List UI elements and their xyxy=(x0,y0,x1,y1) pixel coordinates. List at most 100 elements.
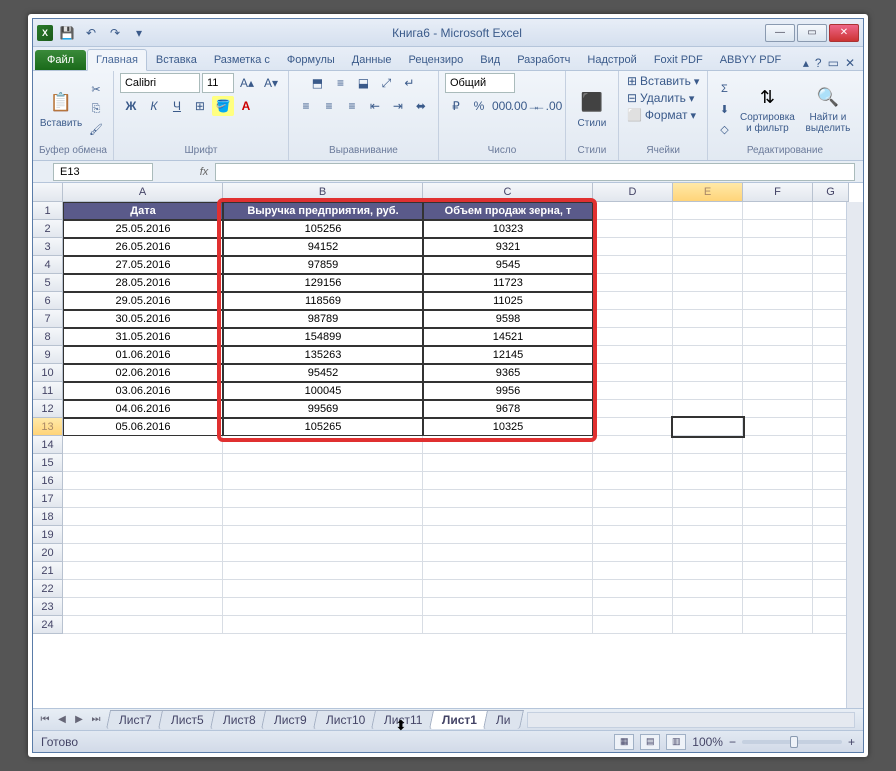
cell-E10[interactable] xyxy=(673,364,743,382)
cell-C3[interactable]: 9321 xyxy=(423,238,593,256)
format-cells-button[interactable]: ⬜Формат ▾ xyxy=(625,107,698,123)
cell-B17[interactable] xyxy=(223,490,423,508)
cell-D11[interactable] xyxy=(593,382,673,400)
cell-E22[interactable] xyxy=(673,580,743,598)
cell-G9[interactable] xyxy=(813,346,849,364)
sheet-tab-Лист7[interactable]: Лист7 xyxy=(106,710,165,729)
align-right-button[interactable]: ≡ xyxy=(341,96,363,116)
name-box[interactable]: E13 xyxy=(53,163,153,181)
sheet-tab-Лист8[interactable]: Лист8 xyxy=(209,710,268,729)
cell-D5[interactable] xyxy=(593,274,673,292)
cell-B16[interactable] xyxy=(223,472,423,490)
tab-formulas[interactable]: Формулы xyxy=(279,50,343,70)
cell-G6[interactable] xyxy=(813,292,849,310)
cell-G8[interactable] xyxy=(813,328,849,346)
align-top-button[interactable]: ⬒ xyxy=(306,73,328,93)
italic-button[interactable]: К xyxy=(143,96,165,116)
ribbon-minimize-icon[interactable]: ▴ xyxy=(803,56,809,70)
vertical-scrollbar[interactable] xyxy=(846,202,863,708)
row-header-8[interactable]: 8 xyxy=(33,328,63,346)
cell-E24[interactable] xyxy=(673,616,743,634)
cell-E7[interactable] xyxy=(673,310,743,328)
row-header-1[interactable]: 1 xyxy=(33,202,63,220)
fill-color-button[interactable]: 🪣 xyxy=(212,96,234,116)
clear-button[interactable]: ◇ xyxy=(714,120,734,138)
maximize-button[interactable]: ▭ xyxy=(797,24,827,42)
cell-A7[interactable]: 30.05.2016 xyxy=(63,310,223,328)
cell-D24[interactable] xyxy=(593,616,673,634)
tab-addins[interactable]: Надстрой xyxy=(579,50,644,70)
row-header-16[interactable]: 16 xyxy=(33,472,63,490)
cell-B23[interactable] xyxy=(223,598,423,616)
number-format-combo[interactable]: Общий xyxy=(445,73,515,93)
tab-layout[interactable]: Разметка с xyxy=(206,50,278,70)
cell-D8[interactable] xyxy=(593,328,673,346)
tab-review[interactable]: Рецензиро xyxy=(401,50,472,70)
cell-G22[interactable] xyxy=(813,580,849,598)
cell-C8[interactable]: 14521 xyxy=(423,328,593,346)
cell-D4[interactable] xyxy=(593,256,673,274)
cell-C1[interactable]: Объем продаж зерна, т xyxy=(423,202,593,220)
insert-cells-button[interactable]: ⊞Вставить ▾ xyxy=(625,73,701,89)
cell-D12[interactable] xyxy=(593,400,673,418)
cell-C18[interactable] xyxy=(423,508,593,526)
cell-F11[interactable] xyxy=(743,382,813,400)
view-normal-button[interactable]: ▦ xyxy=(614,734,634,750)
cell-G12[interactable] xyxy=(813,400,849,418)
row-header-17[interactable]: 17 xyxy=(33,490,63,508)
column-header-D[interactable]: D xyxy=(593,183,673,202)
cell-E4[interactable] xyxy=(673,256,743,274)
copy-button[interactable]: ⎘ xyxy=(86,100,106,118)
cell-A10[interactable]: 02.06.2016 xyxy=(63,364,223,382)
row-header-21[interactable]: 21 xyxy=(33,562,63,580)
cell-B1[interactable]: Выручка предприятия, руб. xyxy=(223,202,423,220)
cell-B22[interactable] xyxy=(223,580,423,598)
cell-G15[interactable] xyxy=(813,454,849,472)
workbook-close-icon[interactable]: ✕ xyxy=(845,56,855,70)
row-header-14[interactable]: 14 xyxy=(33,436,63,454)
tab-nav-last[interactable]: ⏭ xyxy=(88,712,104,728)
cell-F14[interactable] xyxy=(743,436,813,454)
cell-C22[interactable] xyxy=(423,580,593,598)
cell-G24[interactable] xyxy=(813,616,849,634)
cell-E2[interactable] xyxy=(673,220,743,238)
font-color-button[interactable]: A xyxy=(235,96,257,116)
qat-redo[interactable]: ↷ xyxy=(105,23,125,43)
cell-F5[interactable] xyxy=(743,274,813,292)
cell-D16[interactable] xyxy=(593,472,673,490)
cell-D14[interactable] xyxy=(593,436,673,454)
cell-A23[interactable] xyxy=(63,598,223,616)
fill-button[interactable]: ⬇ xyxy=(714,100,734,118)
row-header-24[interactable]: 24 xyxy=(33,616,63,634)
column-header-E[interactable]: E xyxy=(673,183,743,202)
cell-F7[interactable] xyxy=(743,310,813,328)
cell-G4[interactable] xyxy=(813,256,849,274)
qat-customize[interactable]: ▾ xyxy=(129,23,149,43)
cell-A4[interactable]: 27.05.2016 xyxy=(63,256,223,274)
cell-C16[interactable] xyxy=(423,472,593,490)
column-header-G[interactable]: G xyxy=(813,183,849,202)
cell-B3[interactable]: 94152 xyxy=(223,238,423,256)
row-header-15[interactable]: 15 xyxy=(33,454,63,472)
cell-D20[interactable] xyxy=(593,544,673,562)
row-header-10[interactable]: 10 xyxy=(33,364,63,382)
sheet-tab-Лист11[interactable]: Лист11 xyxy=(371,710,436,729)
close-button[interactable]: ✕ xyxy=(829,24,859,42)
cell-A17[interactable] xyxy=(63,490,223,508)
cell-E15[interactable] xyxy=(673,454,743,472)
qat-save[interactable]: 💾 xyxy=(57,23,77,43)
cell-F16[interactable] xyxy=(743,472,813,490)
cell-A19[interactable] xyxy=(63,526,223,544)
tab-file[interactable]: Файл xyxy=(35,50,86,70)
cell-D21[interactable] xyxy=(593,562,673,580)
cell-A20[interactable] xyxy=(63,544,223,562)
cell-C9[interactable]: 12145 xyxy=(423,346,593,364)
decrease-indent-button[interactable]: ⇤ xyxy=(364,96,386,116)
workbook-restore-icon[interactable]: ▭ xyxy=(828,56,839,70)
cell-D10[interactable] xyxy=(593,364,673,382)
shrink-font-button[interactable]: A▾ xyxy=(260,73,282,93)
cell-G13[interactable] xyxy=(813,418,849,436)
cell-E9[interactable] xyxy=(673,346,743,364)
cell-B12[interactable]: 99569 xyxy=(223,400,423,418)
cell-A22[interactable] xyxy=(63,580,223,598)
